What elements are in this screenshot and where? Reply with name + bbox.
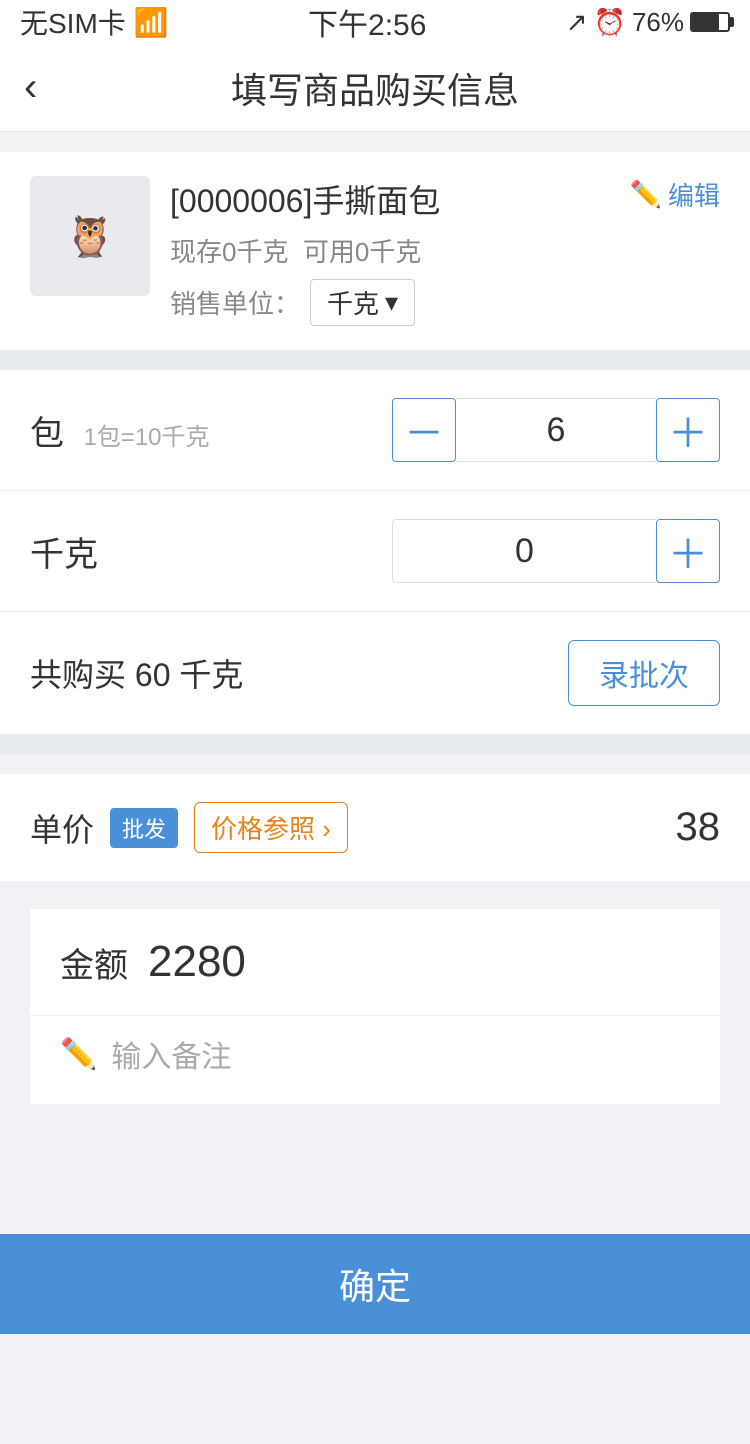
battery-icon (690, 12, 730, 32)
amount-row: 金额 2280 (30, 909, 720, 1015)
pencil-icon: ✏️ (60, 1037, 97, 1072)
page-title: 填写商品购买信息 (231, 62, 519, 114)
kg-quantity-control: ＋ (392, 519, 720, 583)
edit-button[interactable]: ✏️ 编辑 (630, 176, 720, 213)
package-quantity-input[interactable] (456, 398, 656, 462)
back-button[interactable]: ‹ (24, 65, 37, 110)
price-section: 单价 批发 价格参照 › 38 (0, 774, 750, 881)
package-minus-button[interactable]: － (392, 398, 456, 462)
carrier-label: 无SIM卡 (20, 2, 126, 42)
price-type-badge: 批发 (110, 808, 178, 848)
package-plus-button[interactable]: ＋ (656, 398, 720, 462)
batch-record-button[interactable]: 录批次 (568, 640, 720, 706)
package-hint: 1包=10千克 (83, 424, 209, 451)
status-bar: 无SIM卡 📶 下午2:56 ↗ ⏰ 76% (0, 0, 750, 44)
confirm-button[interactable]: 确定 (0, 1234, 750, 1334)
kg-plus-button[interactable]: ＋ (656, 519, 720, 583)
product-card: 🦉 [0000006]手撕面包 现存0千克 可用0千克 销售单位： 千克 ▾ ✏… (0, 152, 750, 350)
battery-level: 76% (632, 7, 684, 38)
product-unit: 销售单位： 千克 ▾ (170, 279, 720, 326)
kg-input-row: 千克 ＋ (0, 491, 750, 612)
divider-1 (0, 350, 750, 370)
product-stock: 现存0千克 可用0千克 (170, 232, 720, 269)
input-section: 包 1包=10千克 － ＋ 千克 ＋ 共购买 60 千克 录批次 (0, 370, 750, 734)
package-label: 包 1包=10千克 (30, 406, 392, 455)
summary-row: 共购买 60 千克 录批次 (0, 612, 750, 734)
nav-bar: ‹ 填写商品购买信息 (0, 44, 750, 132)
alarm-icon: ⏰ (594, 7, 626, 38)
kg-quantity-input[interactable] (392, 519, 656, 583)
location-icon: ↗ (566, 7, 588, 38)
unit-select[interactable]: 千克 ▾ (310, 279, 415, 326)
status-left: 无SIM卡 📶 (20, 2, 169, 42)
price-reference-button[interactable]: 价格参照 › (194, 802, 348, 853)
price-value: 38 (676, 805, 721, 850)
price-label: 单价 (30, 805, 94, 851)
status-right: ↗ ⏰ 76% (566, 7, 730, 38)
status-time: 下午2:56 (308, 0, 426, 44)
package-input-row: 包 1包=10千克 － ＋ (0, 370, 750, 491)
amount-value: 2280 (148, 937, 246, 987)
wifi-icon: 📶 (134, 6, 169, 39)
amount-label: 金额 (60, 938, 128, 987)
total-summary-text: 共购买 60 千克 (30, 650, 243, 696)
divider-2 (0, 734, 750, 754)
product-logo: 🦉 (65, 213, 115, 260)
note-placeholder: 输入备注 (111, 1032, 231, 1076)
note-row[interactable]: ✏️ 输入备注 (30, 1015, 720, 1104)
package-quantity-control: － ＋ (392, 398, 720, 462)
kg-label: 千克 (30, 527, 392, 576)
chevron-down-icon: ▾ (385, 287, 398, 318)
amount-section: 金额 2280 ✏️ 输入备注 (0, 881, 750, 1104)
edit-icon: ✏️ (630, 179, 662, 210)
product-thumbnail: 🦉 (30, 176, 150, 296)
